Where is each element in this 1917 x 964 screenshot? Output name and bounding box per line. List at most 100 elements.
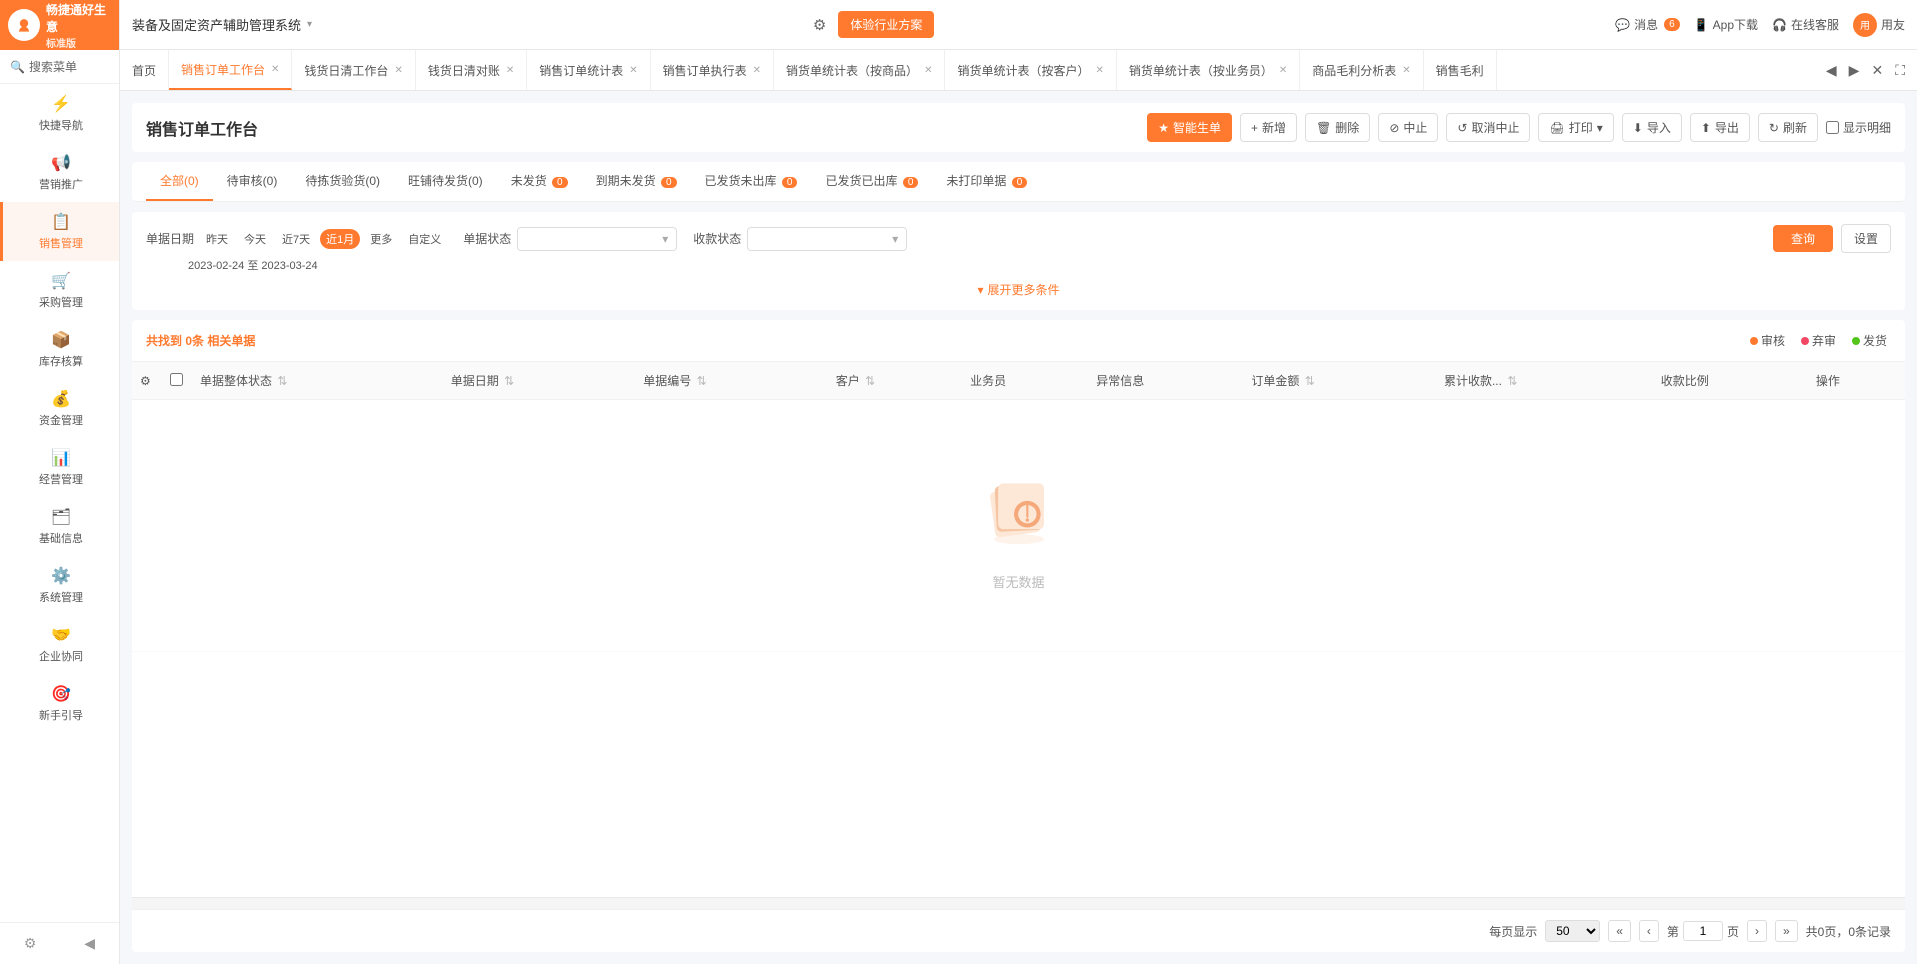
print-button[interactable]: 🖨 打印 ▾: [1538, 113, 1613, 142]
tab-next-btn[interactable]: ▶: [1845, 60, 1864, 81]
tab-sales-exec[interactable]: 销售订单执行表 ✕: [651, 50, 774, 90]
col-settings[interactable]: ⚙: [132, 362, 162, 400]
filter-tab-pending-inspect[interactable]: 待拣货验货(0): [291, 162, 394, 201]
sidebar-item-purchase[interactable]: 🛒 采购管理: [0, 261, 119, 320]
setting-button[interactable]: 设置: [1841, 224, 1891, 253]
app-download-btn[interactable]: 📱 App下载: [1694, 16, 1758, 33]
filter-tab-all[interactable]: 全部(0): [146, 162, 213, 201]
sort-icon[interactable]: ⇅: [277, 374, 287, 388]
tab-sales-stat[interactable]: 销售订单统计表 ✕: [527, 50, 650, 90]
page-input[interactable]: 1: [1683, 921, 1723, 941]
tab-cash-daily[interactable]: 钱货日清工作台 ✕: [292, 50, 415, 90]
tab-home[interactable]: 首页: [120, 50, 169, 90]
sidebar-collapse-btn[interactable]: ◀: [80, 931, 99, 956]
sidebar-item-inventory[interactable]: 📦 库存核算: [0, 320, 119, 379]
tab-home-label: 首页: [132, 62, 156, 79]
review-btn[interactable]: 审核: [1746, 330, 1789, 351]
status-select[interactable]: ▾: [517, 227, 677, 251]
cancel-stop-button[interactable]: ↺ 取消中止: [1446, 113, 1530, 142]
tab-close-icon[interactable]: ✕: [1279, 65, 1287, 76]
empty-state-cell: 暂无数据: [132, 400, 1905, 652]
topbar-dropdown-icon[interactable]: ▾: [307, 19, 312, 30]
refresh-button[interactable]: ↻ 刷新: [1758, 113, 1818, 142]
sort-icon[interactable]: ⇅: [697, 374, 707, 388]
tab-close-icon[interactable]: ✕: [394, 65, 402, 76]
date-field-value: 昨天 今天 近7天 近1月 更多 自定义: [200, 229, 447, 249]
sidebar-item-guide[interactable]: 🎯 新手引导: [0, 674, 119, 733]
sidebar-item-system[interactable]: ⚙️ 系统管理: [0, 556, 119, 615]
sidebar-item-search[interactable]: 🔍 搜索菜单: [0, 50, 119, 84]
tab-sales-stat-product[interactable]: 销货单统计表（按商品） ✕: [774, 50, 945, 90]
show-detail-checkbox-label[interactable]: 显示明细: [1826, 119, 1891, 136]
message-btn[interactable]: 💬 消息 6: [1615, 16, 1680, 33]
filter-tab-shipped-out[interactable]: 已发货已出库 0: [811, 162, 932, 201]
delete-button[interactable]: 🗑 删除: [1305, 113, 1370, 142]
select-all-checkbox[interactable]: [170, 373, 183, 386]
tab-sales-profit[interactable]: 销售毛利: [1424, 50, 1497, 90]
tab-sales-stat-customer[interactable]: 销货单统计表（按客户） ✕: [945, 50, 1116, 90]
sidebar-settings-btn[interactable]: ⚙: [20, 931, 41, 956]
add-button[interactable]: + 新增: [1240, 113, 1297, 142]
export-button[interactable]: ⬆ 导出: [1690, 113, 1750, 142]
horizontal-scrollbar[interactable]: [132, 897, 1905, 909]
query-button[interactable]: 查询: [1773, 225, 1833, 252]
import-button[interactable]: ⬇ 导入: [1622, 113, 1682, 142]
stop-button[interactable]: ⊘ 中止: [1378, 113, 1438, 142]
user-btn[interactable]: 用 用友: [1853, 13, 1905, 37]
date-shortcut-yesterday[interactable]: 昨天: [200, 229, 234, 249]
pagination-next-btn[interactable]: ›: [1747, 920, 1767, 942]
tab-close-icon[interactable]: ✕: [506, 65, 514, 76]
tab-cash-reconcile[interactable]: 钱货日清对账 ✕: [416, 50, 527, 90]
filter-tab-overdue-not-shipped[interactable]: 到期未发货 0: [582, 162, 691, 201]
date-shortcut-1month[interactable]: 近1月: [320, 229, 360, 249]
pagination-prev-btn[interactable]: ‹: [1639, 920, 1659, 942]
show-detail-checkbox[interactable]: [1826, 121, 1839, 134]
sidebar-item-finance[interactable]: 💰 资金管理: [0, 379, 119, 438]
tab-goods-margin[interactable]: 商品毛利分析表 ✕: [1300, 50, 1423, 90]
purchase-icon: 🛒: [51, 271, 71, 291]
ship-btn[interactable]: 发货: [1848, 330, 1891, 351]
sidebar-item-enterprise[interactable]: 🤝 企业协同: [0, 615, 119, 674]
smart-btn[interactable]: ★ 智能生单: [1147, 113, 1232, 142]
sidebar-item-marketing[interactable]: 📢 营销推广: [0, 143, 119, 202]
tab-sales-stat-staff[interactable]: 销货单统计表（按业务员） ✕: [1117, 50, 1300, 90]
inventory-icon: 📦: [51, 330, 71, 350]
sort-icon[interactable]: ⇅: [504, 374, 514, 388]
date-shortcut-custom[interactable]: 自定义: [402, 229, 447, 249]
date-shortcut-today[interactable]: 今天: [238, 229, 272, 249]
col-check[interactable]: [162, 362, 192, 400]
tab-close-icon[interactable]: ✕: [753, 65, 761, 76]
sidebar-item-sales[interactable]: 📋 销售管理: [0, 202, 119, 261]
filter-tab-pending-review[interactable]: 待审核(0): [213, 162, 292, 201]
payment-select[interactable]: ▾: [747, 227, 907, 251]
pagination-last-btn[interactable]: »: [1775, 920, 1798, 942]
tab-sales-workbench[interactable]: 销售订单工作台 ✕: [169, 50, 292, 90]
sidebar-item-operations[interactable]: 📊 经营管理: [0, 438, 119, 497]
topbar-gear-icon[interactable]: ⚙: [813, 16, 826, 34]
sort-icon[interactable]: ⇅: [1507, 374, 1517, 388]
filter-tab-shipped-not-out[interactable]: 已发货未出库 0: [691, 162, 812, 201]
date-shortcut-7days[interactable]: 近7天: [276, 229, 316, 249]
sort-icon[interactable]: ⇅: [865, 374, 875, 388]
online-service-btn[interactable]: 🎧 在线客服: [1772, 16, 1839, 33]
tab-close-icon[interactable]: ✕: [1402, 65, 1410, 76]
pagination-first-btn[interactable]: «: [1608, 920, 1631, 942]
filter-tab-not-shipped[interactable]: 未发货 0: [497, 162, 582, 201]
sidebar-item-basic-info[interactable]: 🗂 基础信息: [0, 497, 119, 556]
tab-close-icon[interactable]: ✕: [629, 65, 637, 76]
date-shortcut-more[interactable]: 更多: [364, 229, 398, 249]
tab-maximize-btn[interactable]: ⛶: [1891, 60, 1909, 81]
tab-close-all-btn[interactable]: ✕: [1867, 60, 1887, 81]
solution-button[interactable]: 体验行业方案: [838, 11, 934, 38]
filter-tab-wangpu-ship[interactable]: 旺铺待发货(0): [394, 162, 497, 201]
tab-prev-btn[interactable]: ◀: [1822, 60, 1841, 81]
filter-tab-not-printed[interactable]: 未打印单据 0: [932, 162, 1041, 201]
tab-close-icon[interactable]: ✕: [924, 65, 932, 76]
sort-icon[interactable]: ⇅: [1305, 374, 1315, 388]
tab-close-icon[interactable]: ✕: [271, 64, 279, 75]
per-page-select[interactable]: 50 100 200: [1545, 920, 1600, 942]
sidebar-item-quick-nav[interactable]: ⚡ 快捷导航: [0, 84, 119, 143]
tab-close-icon[interactable]: ✕: [1095, 65, 1103, 76]
unreview-btn[interactable]: 弃审: [1797, 330, 1840, 351]
expand-button[interactable]: ▾ 展开更多条件: [977, 281, 1059, 298]
